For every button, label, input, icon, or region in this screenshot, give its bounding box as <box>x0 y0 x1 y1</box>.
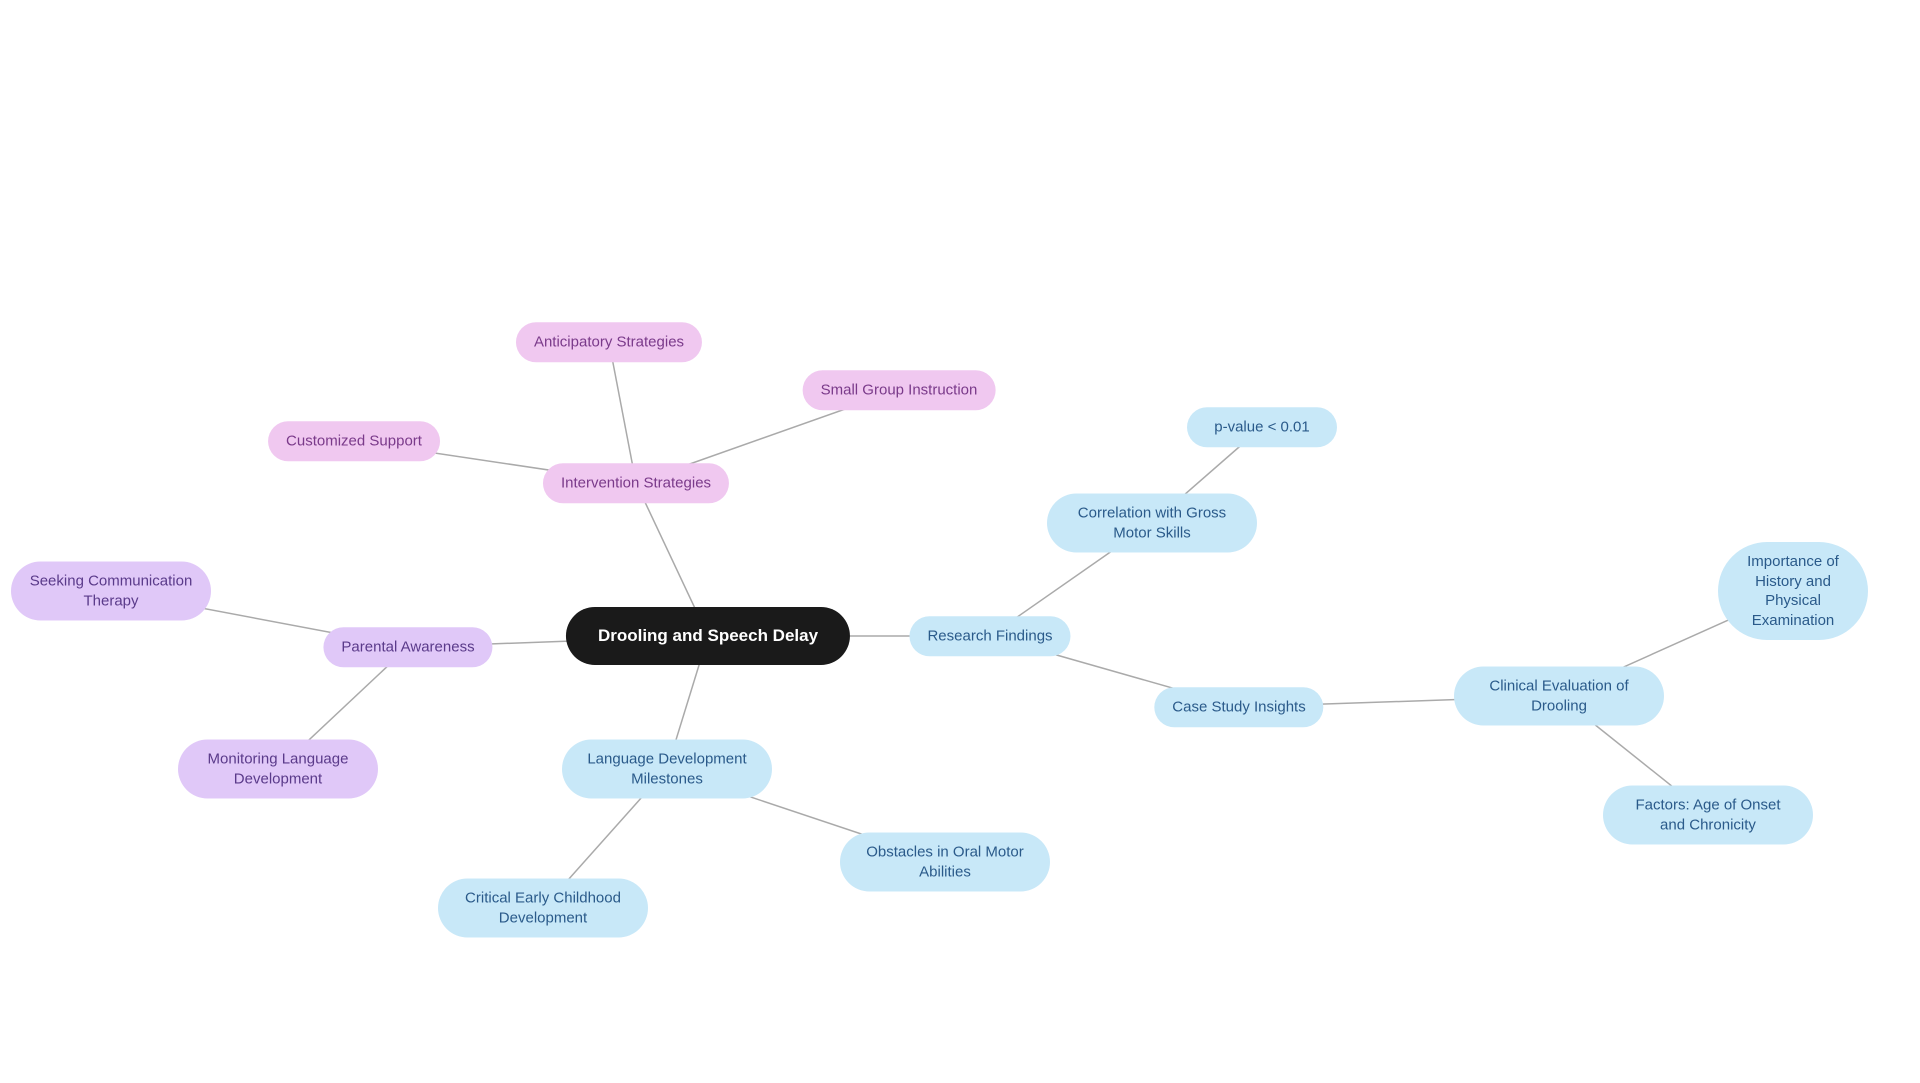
node-obstacles[interactable]: Obstacles in Oral Motor Abilities <box>840 833 1050 892</box>
node-seeking_comm[interactable]: Seeking Communication Therapy <box>11 562 211 621</box>
node-intervention[interactable]: Intervention Strategies <box>543 463 729 503</box>
node-clinical[interactable]: Clinical Evaluation of Drooling <box>1454 667 1664 726</box>
node-importance[interactable]: Importance of History and Physical Exami… <box>1718 542 1868 640</box>
node-language_dev[interactable]: Language Development Milestones <box>562 740 772 799</box>
node-monitoring[interactable]: Monitoring Language Development <box>178 740 378 799</box>
node-critical[interactable]: Critical Early Childhood Development <box>438 879 648 938</box>
node-anticipatory[interactable]: Anticipatory Strategies <box>516 322 702 362</box>
node-correlation[interactable]: Correlation with Gross Motor Skills <box>1047 494 1257 553</box>
connections-svg <box>0 0 1920 1083</box>
node-case_study[interactable]: Case Study Insights <box>1154 687 1323 727</box>
node-research[interactable]: Research Findings <box>909 616 1070 656</box>
node-customized[interactable]: Customized Support <box>268 421 440 461</box>
mind-map: Drooling and Speech Delay Intervention St… <box>0 0 1920 1083</box>
node-central[interactable]: Drooling and Speech Delay <box>566 607 850 665</box>
node-parental[interactable]: Parental Awareness <box>323 627 492 667</box>
node-small_group[interactable]: Small Group Instruction <box>803 370 996 410</box>
node-factors[interactable]: Factors: Age of Onset and Chronicity <box>1603 786 1813 845</box>
node-pvalue[interactable]: p-value < 0.01 <box>1187 407 1337 447</box>
